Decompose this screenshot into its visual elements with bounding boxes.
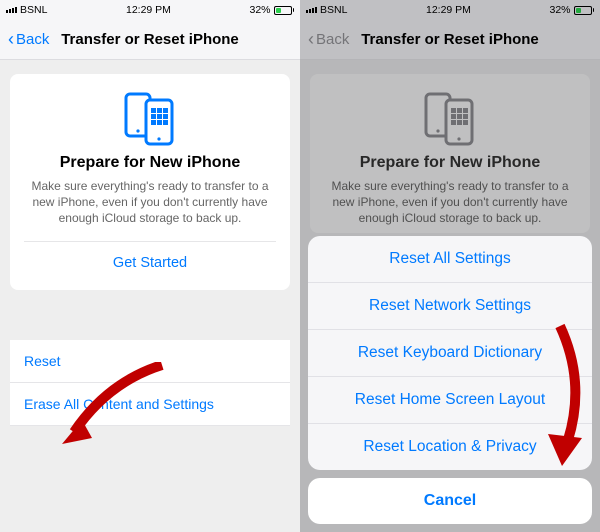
battery-icon bbox=[274, 6, 295, 15]
nav-bar: ‹ Back Transfer or Reset iPhone bbox=[0, 20, 300, 60]
options-list: Reset Erase All Content and Settings bbox=[10, 340, 290, 426]
erase-row[interactable]: Erase All Content and Settings bbox=[10, 383, 290, 426]
action-sheet: Reset All Settings Reset Network Setting… bbox=[308, 236, 592, 524]
sheet-reset-all-settings[interactable]: Reset All Settings bbox=[308, 236, 592, 283]
chevron-left-icon: ‹ bbox=[8, 29, 14, 50]
card-heading: Prepare for New iPhone bbox=[24, 154, 276, 172]
reset-row[interactable]: Reset bbox=[10, 340, 290, 383]
sheet-reset-location-privacy[interactable]: Reset Location & Privacy bbox=[308, 424, 592, 470]
prepare-card: Prepare for New iPhone Make sure everyth… bbox=[10, 74, 290, 290]
get-started-button[interactable]: Get Started bbox=[24, 242, 276, 284]
card-body: Make sure everything's ready to transfer… bbox=[24, 178, 276, 227]
screen-right: BSNL 12:29 PM 32% ‹ Back Transfer or Res… bbox=[300, 0, 600, 532]
clock: 12:29 PM bbox=[126, 4, 171, 16]
sheet-reset-home-screen[interactable]: Reset Home Screen Layout bbox=[308, 377, 592, 424]
back-button[interactable]: ‹ Back bbox=[4, 25, 53, 54]
battery-percent: 32% bbox=[249, 4, 270, 16]
screen-left: BSNL 12:29 PM 32% ‹ Back Transfer or Res… bbox=[0, 0, 300, 532]
status-bar: BSNL 12:29 PM 32% bbox=[0, 0, 300, 20]
signal-icon bbox=[6, 7, 17, 13]
sheet-cancel-button[interactable]: Cancel bbox=[308, 478, 592, 524]
sheet-reset-keyboard[interactable]: Reset Keyboard Dictionary bbox=[308, 330, 592, 377]
transfer-phones-icon bbox=[120, 90, 180, 146]
carrier-label: BSNL bbox=[20, 4, 47, 16]
sheet-reset-network[interactable]: Reset Network Settings bbox=[308, 283, 592, 330]
back-label: Back bbox=[16, 31, 49, 48]
